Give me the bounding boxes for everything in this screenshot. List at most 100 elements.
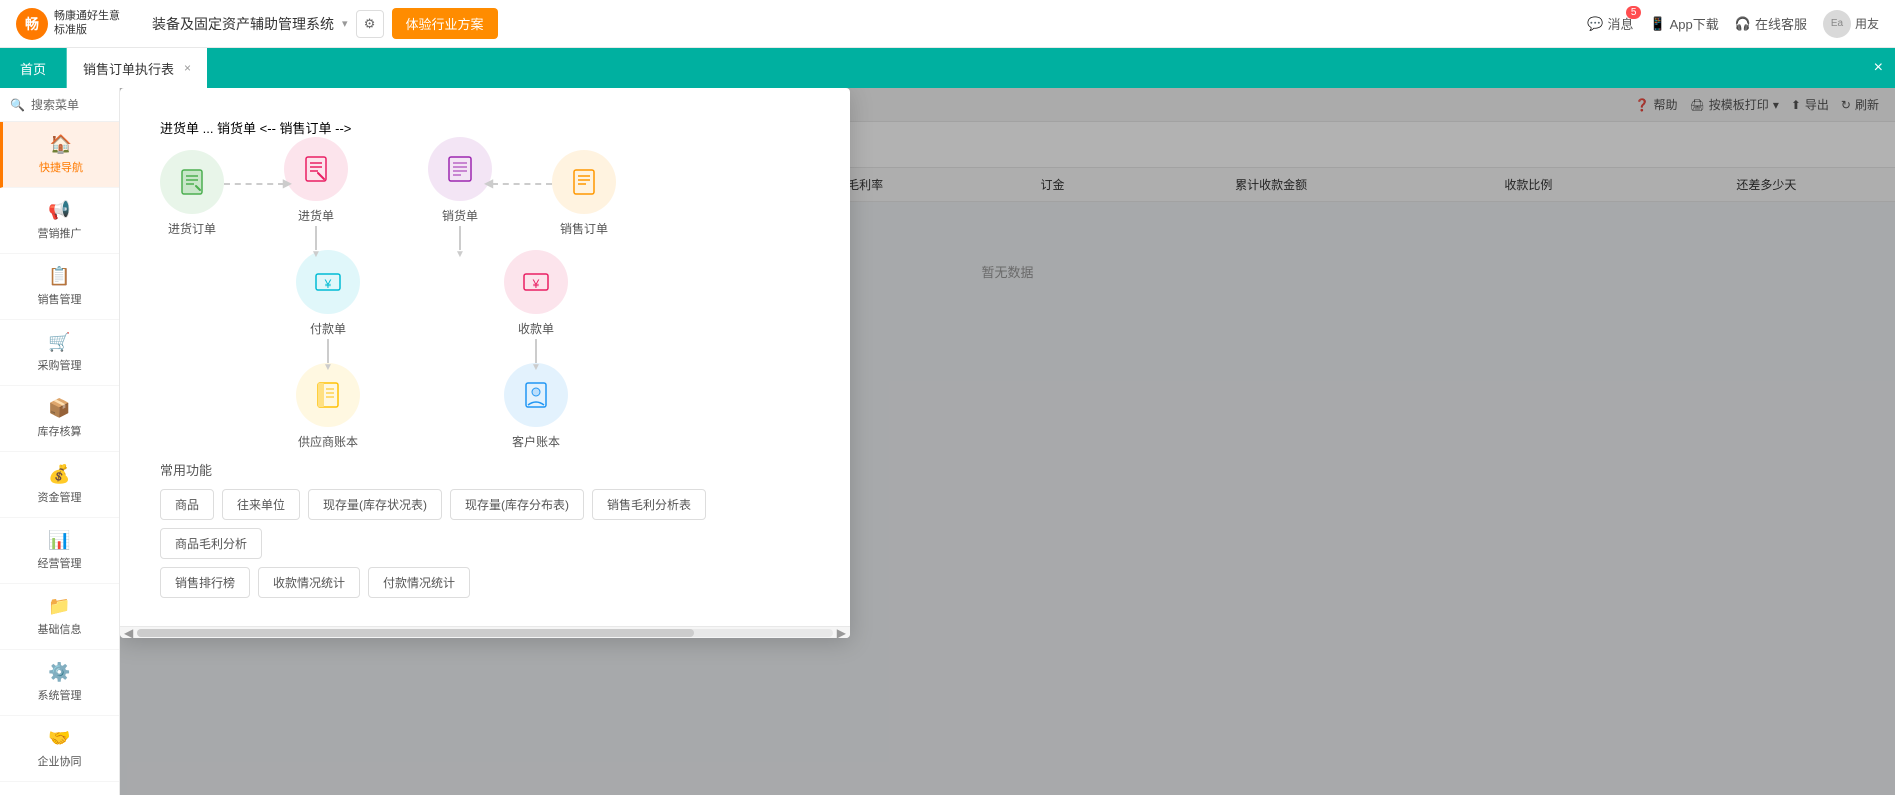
func-btn-partner[interactable]: 往来单位 (222, 489, 300, 520)
marketing-icon: 📢 (48, 200, 70, 221)
main-layout: 🔍 搜索菜单 🏠 快捷导航 📢 营销推广 📋 销售管理 🛒 采购管理 📦 库存核… (0, 88, 1895, 795)
col-customer-ledger: 客户账本 (504, 363, 568, 450)
sidebar-item-basic-info[interactable]: 📁 基础信息 (0, 584, 119, 650)
tab-label: 销售订单执行表 (83, 59, 174, 78)
node-label-receipt: 收款单 (518, 320, 554, 337)
logo-area: 畅 畅康通好生意 标准版 (16, 8, 136, 40)
circle-purchase-order (160, 150, 224, 214)
sidebar-item-label: 销售管理 (38, 291, 82, 307)
node-receipt: ¥ 收款单 (504, 250, 568, 337)
node-label-payment: 付款单 (310, 320, 346, 337)
sidebar-item-quick-nav[interactable]: 🏠 快捷导航 (0, 122, 119, 188)
operations-icon: 📊 (48, 530, 70, 551)
sidebar-item-operations[interactable]: 📊 经营管理 (0, 518, 119, 584)
sidebar-item-inventory[interactable]: 📦 库存核算 (0, 386, 119, 452)
sidebar-item-finance[interactable]: 💰 资金管理 (0, 452, 119, 518)
node-customer-ledger: 客户账本 (504, 363, 568, 450)
node-label-purchase-bill: 进货单 (298, 207, 334, 224)
user-menu[interactable]: Ea 用友 (1823, 10, 1879, 38)
node-sales-order: 销售订单 (552, 150, 616, 237)
sidebar-item-beginner[interactable]: 📖 新手引导 (0, 782, 119, 795)
circle-purchase-bill (284, 137, 348, 201)
arrow-down-pb (315, 226, 317, 250)
v-arrow (327, 339, 329, 363)
avatar: Ea (1823, 10, 1851, 38)
sidebar: 🔍 搜索菜单 🏠 快捷导航 📢 营销推广 📋 销售管理 🛒 采购管理 📦 库存核… (0, 88, 120, 795)
tab-close-button[interactable]: × (184, 61, 191, 75)
func-btn-product[interactable]: 商品 (160, 489, 214, 520)
node-purchase-order: 进货订单 (160, 150, 224, 237)
close-all-button[interactable]: × (1874, 59, 1883, 77)
func-btn-inventory-status[interactable]: 现存量(库存状况表) (308, 489, 442, 520)
scroll-right-arrow[interactable]: ▶ (837, 626, 846, 639)
func-btn-product-profit[interactable]: 商品毛利分析 (160, 528, 262, 559)
spacer-arrow (224, 250, 296, 363)
col-supplier-ledger: 供应商账本 (296, 363, 360, 450)
spacer-arrow2 (224, 363, 296, 450)
arrow-down-sb (459, 226, 461, 250)
sidebar-item-system[interactable]: ⚙️ 系统管理 (0, 650, 119, 716)
sidebar-item-sales[interactable]: 📋 销售管理 (0, 254, 119, 320)
flow-row2: ¥ 付款单 (160, 250, 810, 363)
sidebar-item-label: 经营管理 (38, 555, 82, 571)
flow-diagram: 进货单 ... 销货单 <-- 销售订单 --> (160, 118, 810, 450)
settings-button[interactable]: ⚙ (356, 10, 384, 38)
search-menu[interactable]: 🔍 搜索菜单 (0, 88, 119, 122)
system-dropdown-arrow[interactable]: ▾ (342, 17, 348, 30)
tab-sales-order[interactable]: 销售订单执行表 × (67, 48, 207, 88)
logo-text: 畅康通好生意 标准版 (54, 10, 120, 36)
header-right: 💬 5 消息 📱 App下载 🎧 在线客服 Ea 用友 (1587, 10, 1879, 38)
sales-icon: 📋 (48, 266, 70, 287)
online-service-button[interactable]: 🎧 在线客服 (1735, 14, 1807, 33)
app-download-button[interactable]: 📱 App下载 (1649, 14, 1718, 33)
online-service-label: 在线客服 (1755, 14, 1807, 33)
basic-info-icon: 📁 (48, 596, 70, 617)
scrollbar-track[interactable] (137, 629, 833, 637)
system-icon: ⚙️ (48, 662, 70, 683)
func-btn-receipt-stats[interactable]: 收款情况统计 (258, 567, 360, 598)
col-payment: ¥ 付款单 (296, 250, 360, 363)
download-icon: 📱 (1649, 16, 1665, 32)
top-header: 畅 畅康通好生意 标准版 装备及固定资产辅助管理系统 ▾ ⚙ 体验行业方案 💬 … (0, 0, 1895, 48)
svg-text:¥: ¥ (532, 277, 540, 291)
system-title: 装备及固定资产辅助管理系统 (152, 14, 334, 34)
sidebar-item-label: 采购管理 (38, 357, 82, 373)
message-button[interactable]: 💬 5 消息 (1587, 14, 1633, 33)
message-icon: 💬 (1587, 16, 1603, 32)
sidebar-item-purchase[interactable]: 🛒 采购管理 (0, 320, 119, 386)
func-btn-row-1: 商品 往来单位 现存量(库存状况表) 现存量(库存分布表) 销售毛利分析表 商品… (160, 489, 810, 559)
sidebar-item-label: 基础信息 (38, 621, 82, 637)
user-label: 用友 (1855, 15, 1879, 32)
experience-button[interactable]: 体验行业方案 (392, 8, 498, 39)
sidebar-item-marketing[interactable]: 📢 营销推广 (0, 188, 119, 254)
arrow-dashed-rev (492, 183, 552, 185)
sidebar-item-label: 快捷导航 (39, 159, 83, 175)
common-functions: 常用功能 商品 往来单位 现存量(库存状况表) 现存量(库存分布表) 销售毛利分… (160, 460, 810, 598)
func-btn-payment-stats[interactable]: 付款情况统计 (368, 567, 470, 598)
sidebar-item-label: 资金管理 (38, 489, 82, 505)
circle-payment: ¥ (296, 250, 360, 314)
arrow-po-to-pb (224, 183, 284, 205)
node-label-customer-ledger: 客户账本 (512, 433, 560, 450)
app-download-label: App下载 (1670, 14, 1719, 33)
modal-content: 进货单 ... 销货单 <-- 销售订单 --> (120, 88, 850, 626)
col-purchase-bill: 进货单 (284, 137, 348, 250)
enterprise-icon: 🤝 (48, 728, 70, 749)
inventory-icon: 📦 (48, 398, 70, 419)
func-btn-sales-profit[interactable]: 销售毛利分析表 (592, 489, 706, 520)
sidebar-item-enterprise[interactable]: 🤝 企业协同 (0, 716, 119, 782)
spacer-left2 (160, 363, 224, 450)
content-area: ❓ 帮助 🖨 按模板打印 ▾ ⬆ 导出 ↻ 刷新 📅 ▾ 查询 (120, 88, 1895, 795)
node-label-sales-order: 销售订单 (560, 220, 608, 237)
search-icon: 🔍 (10, 98, 25, 112)
scroll-left-arrow[interactable]: ◀ (124, 626, 133, 639)
func-btn-inventory-dist[interactable]: 现存量(库存分布表) (450, 489, 584, 520)
spacer-between-ledger (360, 363, 504, 450)
spacer-between-pay (360, 250, 504, 363)
col-sales-bill: 销货单 (428, 137, 492, 250)
modal-scrollbar[interactable]: ◀ ▶ (120, 626, 850, 638)
tab-home[interactable]: 首页 (0, 48, 67, 88)
func-btn-sales-ranking[interactable]: 销售排行榜 (160, 567, 250, 598)
node-payment: ¥ 付款单 (296, 250, 360, 337)
quick-nav-icon: 🏠 (50, 134, 72, 155)
